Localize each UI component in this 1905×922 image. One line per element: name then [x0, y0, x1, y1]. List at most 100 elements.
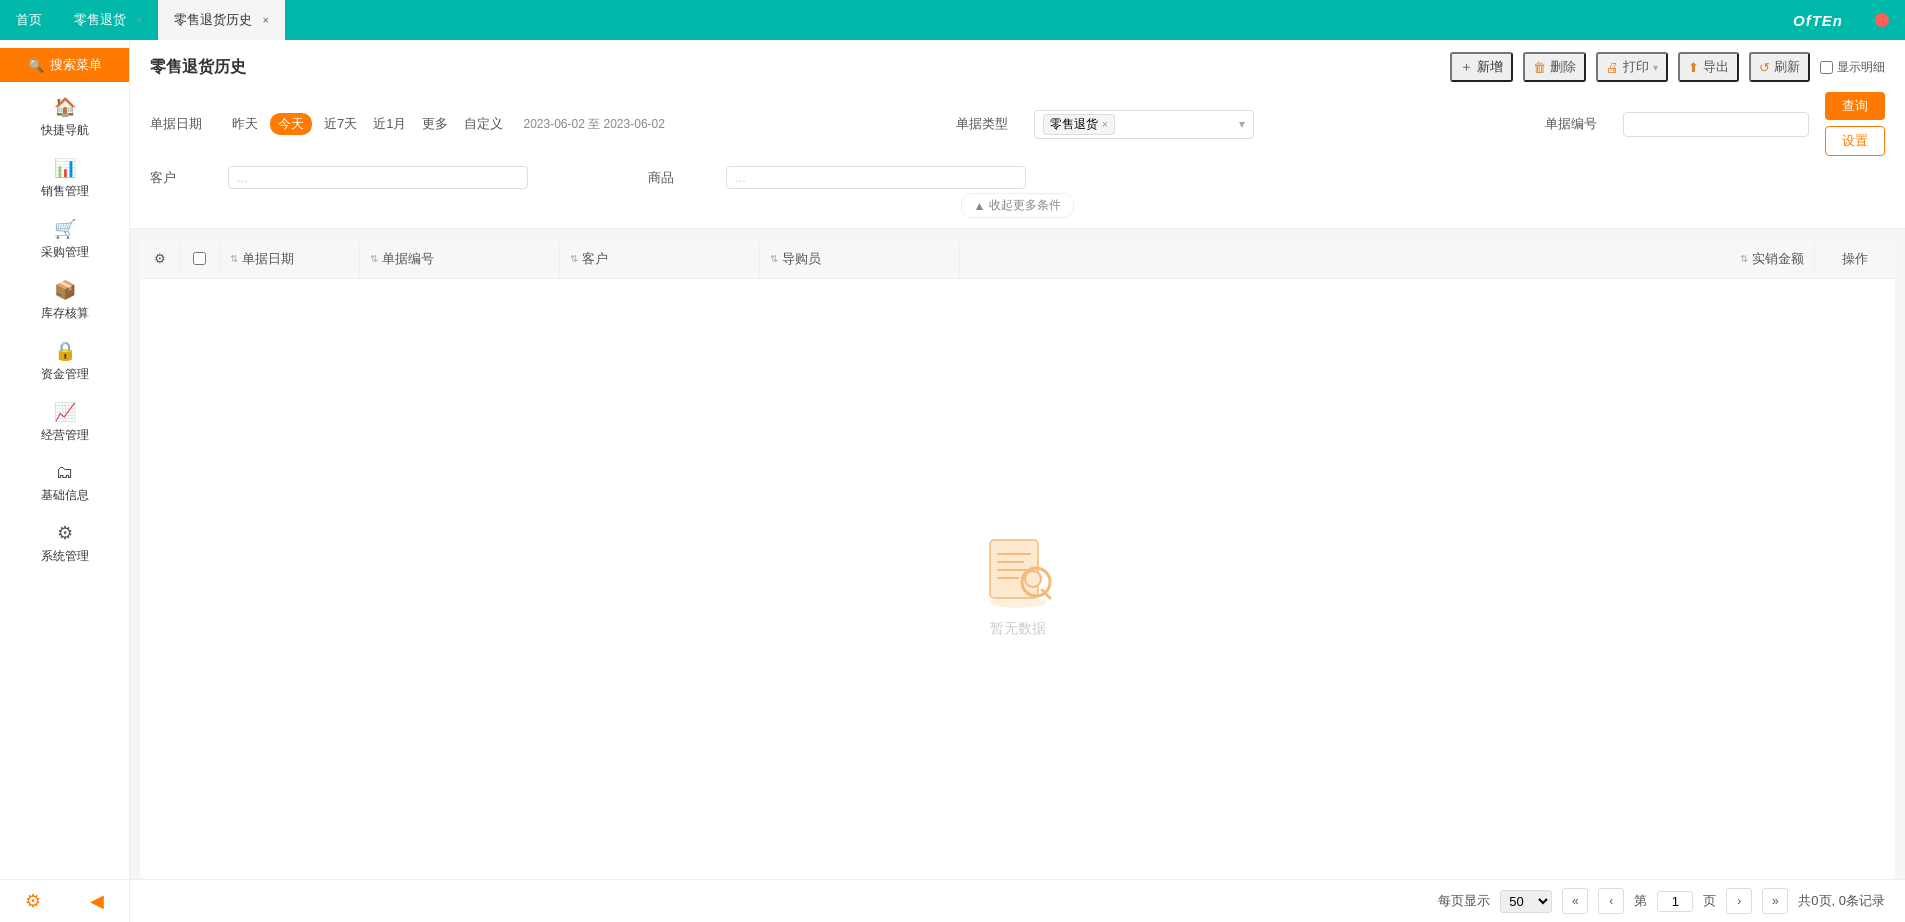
sidebar-item-base-info[interactable]: 🗂 基础信息	[0, 452, 129, 512]
sidebar-item-sales-mgmt[interactable]: 📊 销售管理	[0, 147, 129, 208]
print-icon: 🖨	[1606, 60, 1619, 75]
settings-btn[interactable]: 设置	[1825, 126, 1885, 156]
sidebar-item-finance[interactable]: 🔒 资金管理	[0, 330, 129, 391]
th-ops: 操作	[1815, 242, 1895, 276]
sidebar-item-quick-nav[interactable]: 🏠 快捷导航	[0, 86, 129, 147]
display-checkbox[interactable]	[1820, 61, 1833, 74]
display-switch: 显示明细	[1820, 59, 1885, 76]
th-amount[interactable]: ⇅ 实销金额	[960, 242, 1815, 276]
refresh-btn-label: 刷新	[1774, 58, 1800, 76]
new-btn[interactable]: ＋ 新增	[1450, 52, 1513, 82]
window-controls	[1875, 13, 1889, 27]
per-page-label: 每页显示	[1438, 892, 1490, 910]
topbar-right: OfTEn	[1793, 12, 1905, 29]
print-btn[interactable]: 🖨 打印 ▾	[1596, 52, 1668, 82]
date-opt-custom[interactable]: 自定义	[460, 113, 507, 135]
th-customer[interactable]: ⇅ 客户	[560, 242, 760, 276]
sidebar-item-purchase-mgmt[interactable]: 🛒 采购管理	[0, 208, 129, 269]
th-number[interactable]: ⇅ 单据编号	[360, 242, 560, 276]
th-date[interactable]: ⇅ 单据日期	[220, 242, 360, 276]
page-header: 零售退货历史 ＋ 新增 🗑 删除 🖨 打印 ▾ ⬆ 导出	[130, 40, 1905, 229]
goods-select[interactable]: ...	[726, 166, 1026, 189]
customer-select[interactable]: ...	[228, 166, 528, 189]
collapse-row: ▲ 收起更多条件	[150, 193, 1885, 218]
tab-retail-return-label: 零售退货	[74, 11, 126, 29]
type-chevron-icon: ▾	[1239, 117, 1245, 131]
refresh-btn[interactable]: ↺ 刷新	[1749, 52, 1810, 82]
sales-mgmt-icon: 📊	[54, 157, 76, 179]
page-suffix: 页	[1703, 892, 1716, 910]
sidebar-item-operation[interactable]: 📈 经营管理	[0, 391, 129, 452]
th-ops-label: 操作	[1842, 250, 1868, 268]
prev-page-btn[interactable]: ‹	[1598, 888, 1624, 914]
sidebar-bottom: ⚙ ◀	[0, 879, 129, 922]
sidebar-item-inventory[interactable]: 📦 库存核算	[0, 269, 129, 330]
date-opt-yesterday[interactable]: 昨天	[228, 113, 262, 135]
sort-icon: ⇅	[230, 253, 238, 264]
delete-btn-label: 删除	[1550, 58, 1576, 76]
collapse-btn[interactable]: ▲ 收起更多条件	[961, 193, 1075, 218]
type-tag: 零售退货 ×	[1043, 114, 1115, 135]
tab-home[interactable]: 首页	[0, 0, 58, 40]
search-menu-btn[interactable]: 🔍 搜索菜单	[0, 48, 129, 82]
date-opt-1month[interactable]: 近1月	[369, 113, 410, 135]
select-all-checkbox[interactable]	[193, 252, 206, 265]
page-title-row: 零售退货历史 ＋ 新增 🗑 删除 🖨 打印 ▾ ⬆ 导出	[150, 52, 1885, 82]
system-icon: ⚙	[57, 522, 73, 544]
tab-retail-return-history-label: 零售退货历史	[174, 11, 252, 29]
per-page-select[interactable]: 20 50 100	[1500, 890, 1552, 913]
pagination-bar: 每页显示 20 50 100 « ‹ 第 页 › » 共0页, 0条记录	[130, 879, 1905, 922]
th-customer-label: 客户	[582, 250, 608, 268]
filter-row-2: 客户 ... 商品 ...	[150, 166, 1885, 189]
date-opt-today[interactable]: 今天	[270, 113, 312, 135]
th-settings[interactable]: ⚙	[140, 243, 180, 274]
last-page-btn[interactable]: »	[1762, 888, 1788, 914]
goods-placeholder: ...	[735, 170, 746, 185]
sidebar-item-label: 采购管理	[41, 244, 89, 261]
sidebar-item-system[interactable]: ⚙ 系统管理	[0, 512, 129, 573]
order-no-input[interactable]	[1623, 112, 1809, 137]
th-guide[interactable]: ⇅ 导购员	[760, 242, 960, 276]
th-checkbox[interactable]	[180, 244, 220, 273]
type-select[interactable]: 零售退货 × ▾	[1034, 110, 1254, 139]
export-icon: ⬆	[1688, 60, 1699, 75]
last-page-icon: »	[1772, 894, 1779, 908]
sort-icon: ⇅	[370, 253, 378, 264]
query-btn[interactable]: 查询	[1825, 92, 1885, 120]
goods-label: 商品	[648, 169, 718, 187]
tab-retail-return-history-close[interactable]: ×	[262, 14, 268, 26]
tab-retail-return[interactable]: 零售退货 ×	[58, 0, 158, 40]
date-range: 2023-06-02 至 2023-06-02	[523, 116, 664, 133]
filter-area: 单据日期 昨天 今天 近7天 近1月 更多 自定义 2023-06-02 至 2…	[150, 92, 1885, 228]
toolbar: ＋ 新增 🗑 删除 🖨 打印 ▾ ⬆ 导出 ↺ 刷新	[1450, 52, 1885, 82]
th-guide-label: 导购员	[782, 250, 821, 268]
base-info-icon: 🗂	[56, 462, 74, 483]
finance-icon: 🔒	[54, 340, 76, 362]
order-no-label: 单据编号	[1545, 115, 1615, 133]
next-page-btn[interactable]: ›	[1726, 888, 1752, 914]
type-tag-close[interactable]: ×	[1102, 119, 1108, 130]
delete-btn[interactable]: 🗑 删除	[1523, 52, 1586, 82]
date-opt-more[interactable]: 更多	[418, 113, 452, 135]
sort-icon: ⇅	[770, 253, 778, 264]
search-menu-label: 搜索菜单	[50, 56, 102, 74]
page-input[interactable]	[1657, 891, 1693, 912]
tab-home-label: 首页	[16, 11, 42, 29]
first-page-btn[interactable]: «	[1562, 888, 1588, 914]
date-opt-7days[interactable]: 近7天	[320, 113, 361, 135]
purchase-mgmt-icon: 🛒	[54, 218, 76, 240]
tab-retail-return-close[interactable]: ×	[136, 14, 142, 26]
window-close-btn[interactable]	[1875, 13, 1889, 27]
sort-icon: ⇅	[570, 253, 578, 264]
export-btn[interactable]: ⬆ 导出	[1678, 52, 1739, 82]
sidebar-toggle-btn[interactable]: ◀	[90, 890, 104, 912]
display-label: 显示明细	[1837, 59, 1885, 76]
empty-icon	[968, 520, 1068, 620]
sidebar-settings-btn[interactable]: ⚙	[25, 890, 41, 912]
th-amount-label: 实销金额	[1752, 250, 1804, 268]
export-btn-label: 导出	[1703, 58, 1729, 76]
sidebar: 🔍 搜索菜单 🏠 快捷导航 📊 销售管理 🛒 采购管理 📦 库存核算 🔒 资金管…	[0, 40, 130, 922]
tab-retail-return-history[interactable]: 零售退货历史 ×	[158, 0, 284, 40]
page-title: 零售退货历史	[150, 57, 246, 78]
empty-state: 暂无数据	[140, 279, 1895, 879]
